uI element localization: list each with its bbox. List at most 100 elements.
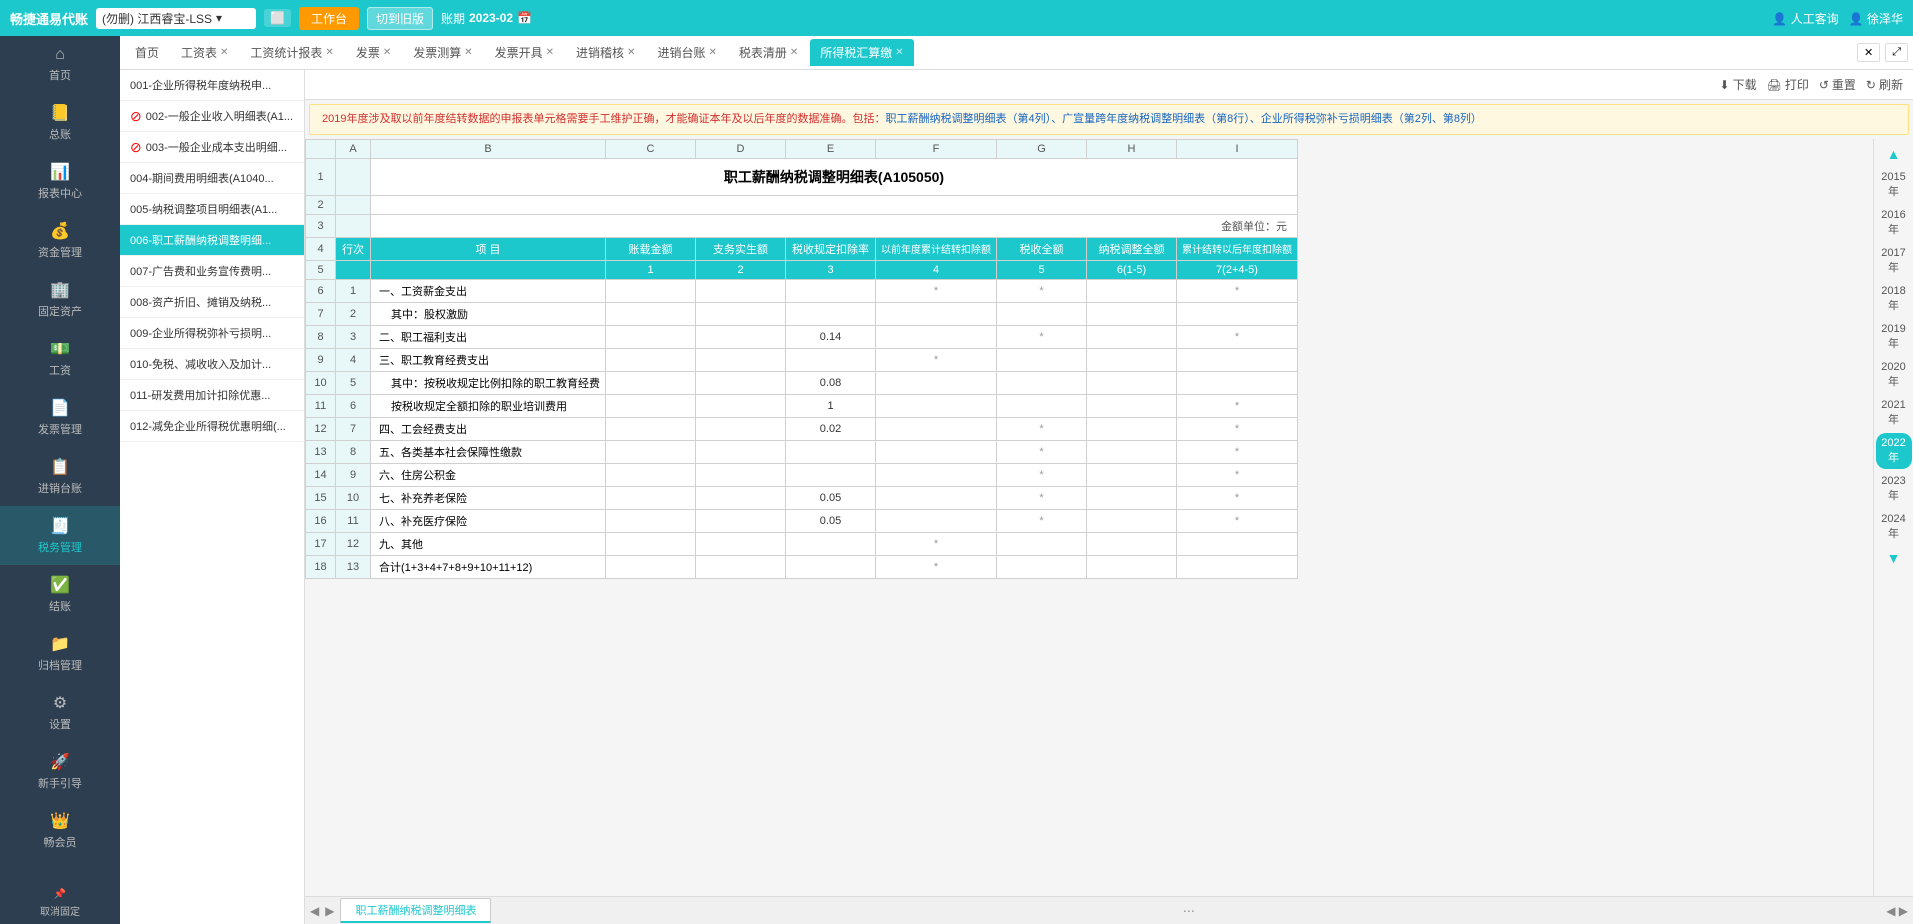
tab-close-icon[interactable]: ✕ — [220, 47, 228, 58]
tab-home[interactable]: 首页 — [125, 39, 169, 66]
tab-purchase-verify[interactable]: 进销稽核 ✕ — [566, 39, 645, 66]
table-row: 12 7 四、工会经费支出 0.02 * * — [306, 417, 1298, 440]
tab-close-icon[interactable]: ✕ — [895, 47, 903, 58]
tab-close-icon[interactable]: ✕ — [708, 47, 716, 58]
cell-A1[interactable] — [336, 158, 371, 195]
sheet-tab-main[interactable]: 职工薪酬纳税调整明细表 — [340, 898, 491, 923]
form-list-item-002[interactable]: ⊘ 002-一般企业收入明细表(A1... — [120, 101, 304, 132]
download-button[interactable]: ⬇ 下载 — [1720, 76, 1757, 93]
tab-close-icon[interactable]: ✕ — [383, 47, 391, 58]
sidebar-item-invoice[interactable]: 📄 发票管理 — [0, 388, 120, 447]
sidebar-item-label: 归档管理 — [38, 657, 82, 673]
sidebar-item-settle[interactable]: ✅ 结账 — [0, 565, 120, 624]
year-item-2019[interactable]: 2019年 — [1876, 319, 1912, 355]
year-item-2015[interactable]: 2015年 — [1876, 167, 1912, 203]
settle-icon: ✅ — [50, 575, 70, 595]
form-list-item-007[interactable]: 007-广告费和业务宣传费明... — [120, 256, 304, 287]
tab-invoice[interactable]: 发票 ✕ — [346, 39, 401, 66]
user-name[interactable]: 👤 徐泽华 — [1849, 10, 1903, 27]
service-label[interactable]: 👤 人工客询 — [1772, 10, 1838, 27]
tab-salary-table[interactable]: 工资表 ✕ — [171, 39, 238, 66]
sidebar-item-guide[interactable]: 🚀 新手引导 — [0, 742, 120, 801]
sidebar-item-label: 固定资产 — [38, 303, 82, 319]
sheet-table: A B C D E F G H I — [305, 139, 1298, 579]
form-list-item-010[interactable]: 010-免税、减收收入及加计... — [120, 349, 304, 380]
table-row: 3 金额单位：元 — [306, 214, 1298, 237]
form-list-item-001[interactable]: 001-企业所得税年度纳税申... — [120, 70, 304, 101]
tab-invoice-open[interactable]: 发票开具 ✕ — [485, 39, 564, 66]
form-list-item-004[interactable]: 004-期间费用明细表(A1040... — [120, 163, 304, 194]
col-header-c6: 纳税调整全额 — [1087, 237, 1177, 260]
cell-A2[interactable] — [336, 195, 371, 214]
form-list-item-006[interactable]: 006-职工薪酬纳税调整明细... — [120, 225, 304, 256]
form-list-item-005[interactable]: 005-纳税调整项目明细表(A1... — [120, 194, 304, 225]
reset-button[interactable]: ↺ 重置 — [1819, 76, 1856, 93]
form-list-item-003[interactable]: ⊘ 003-一般企业成本支出明细... — [120, 132, 304, 163]
tab-close-all-btn[interactable]: ✕ — [1857, 43, 1880, 62]
form-item-label: 012-减免企业所得税优惠明细(... — [130, 418, 286, 434]
col-header-F: F — [876, 139, 997, 158]
col-num-blank2 — [371, 260, 606, 279]
tab-income-tax[interactable]: 所得税汇算缴 ✕ — [810, 39, 913, 66]
sidebar-item-sales[interactable]: 📋 进销台账 — [0, 447, 120, 506]
tab-close-icon[interactable]: ✕ — [546, 47, 554, 58]
tab-close-icon[interactable]: ✕ — [464, 47, 472, 58]
year-item-2021[interactable]: 2021年 — [1876, 395, 1912, 431]
switch-version-button[interactable]: 切到旧版 — [367, 7, 433, 30]
row-num: 4 — [306, 237, 336, 260]
form-item-label: 006-职工薪酬纳税调整明细... — [130, 232, 271, 248]
scroll-right-sheet[interactable]: ◀ ▶ — [1886, 904, 1908, 918]
sidebar-item-label: 取消固定 — [40, 903, 80, 918]
col-num-6: 6(1-5) — [1087, 260, 1177, 279]
table-scroll[interactable]: A B C D E F G H I — [305, 139, 1873, 897]
row-num: 3 — [306, 214, 336, 237]
cell-A3[interactable] — [336, 214, 371, 237]
year-item-2024[interactable]: 2024年 — [1876, 509, 1912, 545]
year-item-2020[interactable]: 2020年 — [1876, 357, 1912, 393]
sheet-more-btn[interactable]: ⋯ — [1183, 904, 1195, 918]
year-item-2016[interactable]: 2016年 — [1876, 205, 1912, 241]
form-list-item-011[interactable]: 011-研发费用加计扣除优惠... — [120, 380, 304, 411]
sidebar-item-reports[interactable]: 📊 报表中心 — [0, 152, 120, 211]
sidebar-item-ledger[interactable]: 📒 总账 — [0, 93, 120, 152]
sidebar-item-home[interactable]: ⌂ 首页 — [0, 36, 120, 93]
year-item-2022[interactable]: 2022年 — [1876, 433, 1912, 469]
year-item-2023[interactable]: 2023年 — [1876, 471, 1912, 507]
sidebar-item-label: 报表中心 — [38, 185, 82, 201]
refresh-button[interactable]: ↻ 刷新 — [1866, 76, 1903, 93]
tab-close-icon[interactable]: ✕ — [627, 47, 635, 58]
year-nav-up[interactable]: ▲ — [1884, 143, 1904, 165]
year-item-2017[interactable]: 2017年 — [1876, 243, 1912, 279]
sidebar-item-fixed-assets[interactable]: 🏢 固定资产 — [0, 270, 120, 329]
tab-salary-stat[interactable]: 工资统计报表 ✕ — [240, 39, 343, 66]
company-selector[interactable]: (勿删) 江西睿宝-LSS ▾ — [96, 8, 256, 29]
form-item-label: 003-一般企业成本支出明细... — [146, 139, 287, 155]
work-tab-button[interactable]: 工作台 — [299, 7, 359, 30]
form-item-label: 008-资产折旧、摊销及纳税... — [130, 294, 271, 310]
sidebar-item-archive[interactable]: 📁 归档管理 — [0, 624, 120, 683]
tab-expand-btn[interactable]: ⤢ — [1885, 43, 1908, 62]
copy-btn[interactable]: ⬜ — [264, 9, 291, 27]
calendar-icon[interactable]: 📅 — [517, 11, 532, 25]
print-button[interactable]: 🖨 打印 — [1767, 76, 1809, 93]
tab-purchase-ledger[interactable]: 进销台账 ✕ — [647, 39, 726, 66]
sidebar-item-tax[interactable]: 🧾 税务管理 — [0, 506, 120, 565]
form-list-item-009[interactable]: 009-企业所得税弥补亏损明... — [120, 318, 304, 349]
sidebar-item-salary[interactable]: 💵 工资 — [0, 329, 120, 388]
sidebar-cancel-pin[interactable]: 📌 取消固定 — [0, 883, 120, 924]
tab-close-icon[interactable]: ✕ — [790, 47, 798, 58]
tab-close-icon[interactable]: ✕ — [325, 47, 333, 58]
col-header-item: 项 目 — [371, 237, 606, 260]
form-list-item-012[interactable]: 012-减免企业所得税优惠明细(... — [120, 411, 304, 442]
tab-invoice-calc[interactable]: 发票测算 ✕ — [403, 39, 482, 66]
form-list-item-008[interactable]: 008-资产折旧、摊销及纳税... — [120, 287, 304, 318]
scroll-right-icon[interactable]: ▶ — [325, 904, 334, 918]
cell-empty[interactable] — [371, 195, 1298, 214]
sidebar-item-assets[interactable]: 💰 资金管理 — [0, 211, 120, 270]
scroll-left-icon[interactable]: ◀ — [310, 904, 319, 918]
tab-tax-clear[interactable]: 税表清册 ✕ — [729, 39, 808, 66]
sidebar-item-member[interactable]: 👑 畅会员 — [0, 801, 120, 860]
year-nav-down[interactable]: ▼ — [1884, 547, 1904, 569]
year-item-2018[interactable]: 2018年 — [1876, 281, 1912, 317]
sidebar-item-settings[interactable]: ⚙ 设置 — [0, 683, 120, 742]
